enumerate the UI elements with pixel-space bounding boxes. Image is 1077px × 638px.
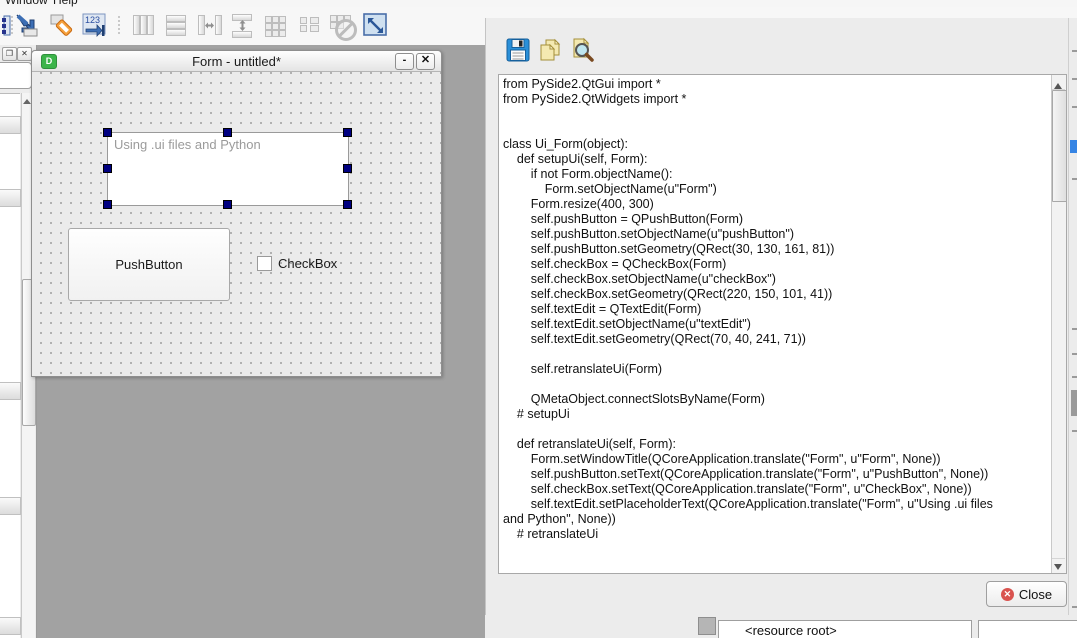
copy-icon[interactable] <box>537 37 563 63</box>
right-panel-sliver <box>1068 18 1077 615</box>
edit-signals-slots-icon[interactable] <box>14 12 41 39</box>
scroll-down-icon <box>1054 564 1062 574</box>
toolbar-separator <box>118 16 120 36</box>
close-circle-icon: ✕ <box>1001 588 1014 601</box>
code-preview-dialog: from PySide2.QtGui import * from PySide2… <box>485 18 1068 615</box>
selection-handle[interactable] <box>103 200 112 209</box>
pushbutton-widget[interactable]: PushButton <box>68 228 230 301</box>
scroll-down-button[interactable] <box>1052 558 1065 573</box>
adjust-size-icon[interactable] <box>362 12 389 39</box>
panel-mark <box>1072 328 1077 330</box>
selection-handle[interactable] <box>103 164 112 173</box>
panel-float-button[interactable]: ❐ <box>2 47 17 61</box>
form-window-title: Form - untitled* <box>32 54 441 69</box>
panel-mark <box>1072 353 1077 355</box>
textedit-widget[interactable]: Using .ui files and Python <box>107 132 349 206</box>
tab-order-123-glyph: 123 <box>85 15 100 25</box>
panel-mark <box>1072 430 1077 432</box>
layout-vertically-icon[interactable] <box>163 12 190 39</box>
resource-toolbar-button[interactable] <box>698 617 716 635</box>
menu-window[interactable]: Window <box>5 0 48 7</box>
code-scrollbar[interactable] <box>1051 75 1066 573</box>
widget-category-header[interactable] <box>0 116 21 134</box>
checkbox-widget[interactable]: CheckBox <box>257 255 337 271</box>
widget-category-header[interactable] <box>0 382 21 400</box>
selection-handle[interactable] <box>103 128 112 137</box>
layout-horizontally-icon[interactable] <box>130 12 157 39</box>
selection-handle[interactable] <box>343 164 352 173</box>
form-designer-window: D Form - untitled* - ✕ Using .ui files a… <box>31 50 442 377</box>
code-editor[interactable]: from PySide2.QtGui import * from PySide2… <box>498 74 1067 574</box>
panel-mark <box>1072 78 1077 80</box>
dialog-close-button[interactable]: ✕ Close <box>986 581 1067 607</box>
form-window-titlebar[interactable]: D Form - untitled* - ✕ <box>32 51 441 72</box>
selection-handle[interactable] <box>223 128 232 137</box>
find-icon[interactable] <box>569 37 595 63</box>
checkbox-label: CheckBox <box>278 256 337 271</box>
selection-handle[interactable] <box>223 200 232 209</box>
checkbox-box[interactable] <box>257 256 272 271</box>
layout-grid-icon[interactable] <box>262 12 289 39</box>
widget-filter-input[interactable] <box>0 62 32 89</box>
qt-designer-screen: Window Help <box>0 0 1077 638</box>
edit-buddies-icon[interactable] <box>48 12 75 39</box>
resource-root-label: <resource root> <box>745 623 837 638</box>
panel-mark <box>1072 50 1077 52</box>
resource-preview-box[interactable] <box>978 620 1077 638</box>
scroll-up-icon[interactable] <box>23 95 31 104</box>
save-icon[interactable] <box>505 37 531 63</box>
layout-form-icon[interactable] <box>296 12 323 39</box>
pushbutton-label: PushButton <box>115 257 182 272</box>
layout-vertical-splitter-icon[interactable] <box>229 12 256 39</box>
scrollbar-thumb-sliver[interactable] <box>1071 390 1077 416</box>
scroll-up-icon <box>1054 79 1062 89</box>
textedit-placeholder: Using .ui files and Python <box>114 137 261 152</box>
scroll-up-button[interactable] <box>1052 75 1065 90</box>
resource-tree[interactable]: <resource root> <box>718 620 972 638</box>
panel-mark <box>1072 376 1077 378</box>
menubar: Window Help <box>0 0 1077 7</box>
break-layout-icon[interactable] <box>328 12 355 39</box>
edit-tab-order-icon[interactable]: 123 <box>81 12 108 39</box>
resource-browser-dock: <resource root> <box>485 615 1077 638</box>
panel-mark <box>1072 178 1077 180</box>
panel-mark <box>1072 106 1077 108</box>
panel-close-button[interactable]: ✕ <box>17 47 32 61</box>
form-canvas[interactable]: Using .ui files and Python PushButton Ch… <box>32 72 441 375</box>
selection-handle[interactable] <box>343 200 352 209</box>
layout-horizontal-splitter-icon[interactable] <box>196 12 223 39</box>
minimize-button[interactable]: - <box>395 53 414 70</box>
widget-category-header[interactable] <box>0 189 21 207</box>
widget-category-header[interactable] <box>0 617 21 635</box>
selected-item-sliver[interactable] <box>1070 140 1077 153</box>
menu-help[interactable]: Help <box>53 0 78 7</box>
code-text: from PySide2.QtGui import * from PySide2… <box>503 77 1043 542</box>
close-button[interactable]: ✕ <box>416 53 435 70</box>
close-button-label: Close <box>1019 587 1052 602</box>
toolbar-separator <box>11 16 13 36</box>
widget-list[interactable] <box>0 93 20 638</box>
scrollbar-thumb[interactable] <box>1052 90 1067 202</box>
panel-mark <box>1072 606 1077 608</box>
widget-category-header[interactable] <box>0 497 21 515</box>
selection-handle[interactable] <box>343 128 352 137</box>
